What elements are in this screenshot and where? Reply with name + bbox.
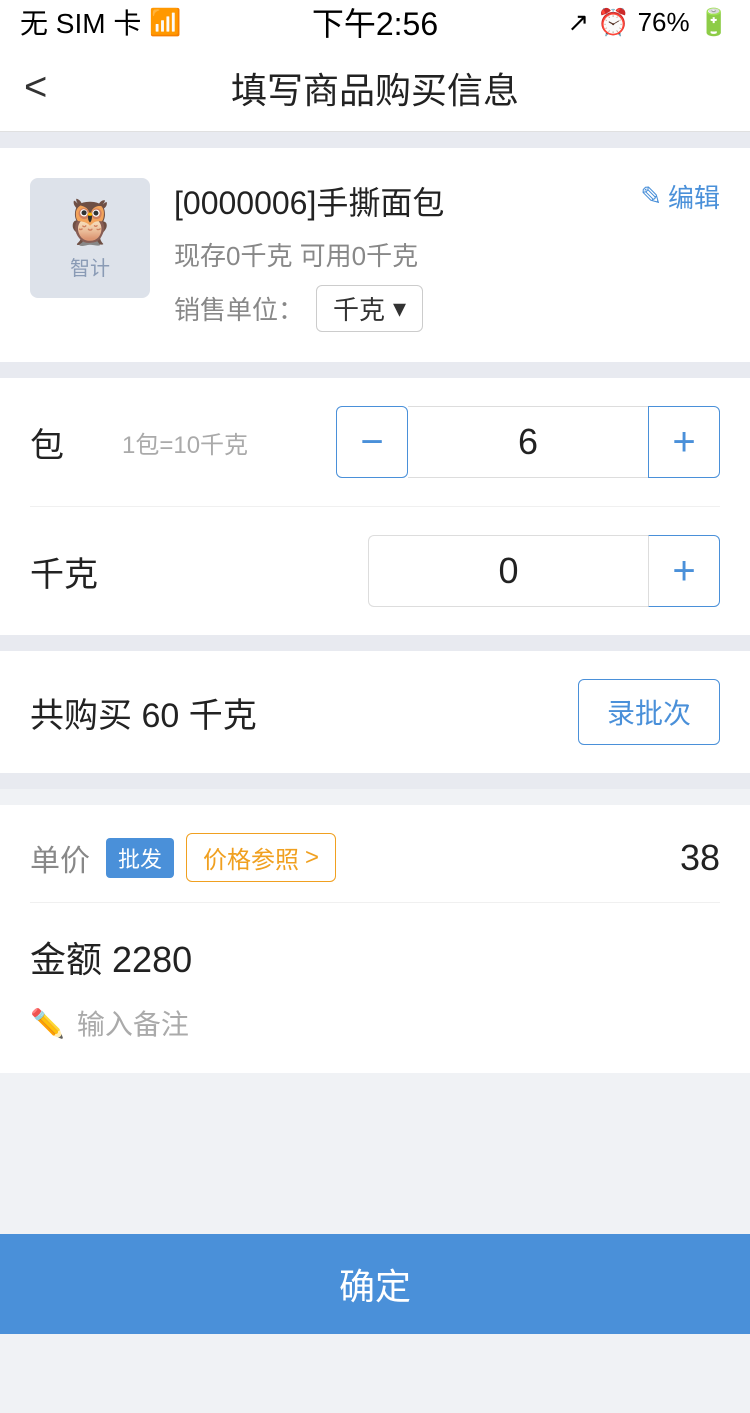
location-icon: ↗ bbox=[567, 7, 589, 38]
kg-qty-controls: + bbox=[368, 535, 720, 607]
back-button[interactable]: < bbox=[24, 65, 47, 110]
total-text: 共购买 60 千克 bbox=[30, 688, 257, 737]
edit-icon: ✎ bbox=[640, 181, 662, 212]
wifi-icon: 📶 bbox=[149, 7, 181, 38]
product-info: [0000006]手撕面包 现存0千克 可用0千克 销售单位： 千克 ▾ bbox=[174, 178, 720, 332]
bao-minus-button[interactable]: − bbox=[336, 406, 408, 478]
unit-value: 千克 bbox=[333, 290, 385, 327]
price-ref-arrow-icon: > bbox=[305, 844, 319, 872]
battery-icon: 🔋 bbox=[698, 7, 730, 38]
remark-input[interactable]: 输入备注 bbox=[77, 1003, 189, 1043]
price-label: 单价 bbox=[30, 836, 90, 880]
status-left: 无 SIM 卡 📶 bbox=[20, 2, 182, 42]
kg-label: 千克 bbox=[30, 547, 110, 596]
edit-button[interactable]: ✎ 编辑 bbox=[640, 178, 720, 215]
remark-row[interactable]: ✏️ 输入备注 bbox=[30, 1003, 720, 1043]
divider-2 bbox=[0, 635, 750, 651]
product-thumb-icon: 🦉 bbox=[63, 196, 118, 248]
page-title: 填写商品购买信息 bbox=[231, 62, 519, 114]
nav-bar: < 填写商品购买信息 bbox=[0, 44, 750, 132]
price-tag: 批发 bbox=[106, 838, 174, 878]
price-row: 单价 批发 价格参照 > 38 bbox=[30, 833, 720, 903]
battery-text: 76% bbox=[638, 7, 690, 38]
amount-row: 金额 2280 bbox=[30, 931, 720, 983]
confirm-bar[interactable]: 确定 bbox=[0, 1234, 750, 1334]
divider-3 bbox=[0, 773, 750, 789]
unit-label: 销售单位： bbox=[174, 290, 304, 327]
status-bar: 无 SIM 卡 📶 下午2:56 ↗ ⏰ 76% 🔋 bbox=[0, 0, 750, 44]
pencil-icon: ✏️ bbox=[30, 1007, 65, 1040]
quantity-section: 包 1包=10千克 − + 千克 + bbox=[0, 378, 750, 635]
amount-section: 金额 2280 ✏️ 输入备注 bbox=[0, 903, 750, 1073]
unit-selector[interactable]: 千克 ▾ bbox=[316, 285, 423, 332]
bao-sublabel: 1包=10千克 bbox=[122, 425, 336, 460]
bao-plus-button[interactable]: + bbox=[648, 406, 720, 478]
bao-row: 包 1包=10千克 − + bbox=[30, 378, 720, 507]
product-thumbnail: 🦉 智计 bbox=[30, 178, 150, 298]
kg-plus-button[interactable]: + bbox=[648, 535, 720, 607]
product-thumb-label: 智计 bbox=[70, 252, 110, 281]
status-time: 下午2:56 bbox=[312, 0, 438, 45]
unit-arrow-icon: ▾ bbox=[393, 293, 406, 324]
product-card: 🦉 智计 [0000006]手撕面包 现存0千克 可用0千克 销售单位： 千克 … bbox=[0, 148, 750, 362]
bao-qty-controls: − + bbox=[336, 406, 720, 478]
price-ref-label: 价格参照 bbox=[203, 840, 299, 875]
top-divider bbox=[0, 132, 750, 148]
price-section: 单价 批发 价格参照 > 38 bbox=[0, 805, 750, 903]
bao-qty-input[interactable] bbox=[408, 406, 648, 478]
confirm-button[interactable]: 确定 bbox=[339, 1258, 411, 1310]
kg-row: 千克 + bbox=[30, 507, 720, 635]
product-unit-row: 销售单位： 千克 ▾ bbox=[174, 285, 720, 332]
product-name: [0000006]手撕面包 bbox=[174, 178, 720, 224]
total-row: 共购买 60 千克 录批次 bbox=[0, 651, 750, 773]
amount-value: 2280 bbox=[112, 939, 192, 980]
bao-label: 包 bbox=[30, 418, 110, 467]
alarm-icon: ⏰ bbox=[597, 7, 629, 38]
carrier-text: 无 SIM 卡 bbox=[20, 2, 141, 42]
amount-label: 金额 bbox=[30, 939, 102, 980]
kg-qty-input[interactable] bbox=[368, 535, 648, 607]
price-ref-button[interactable]: 价格参照 > bbox=[186, 833, 336, 882]
mid-divider bbox=[0, 362, 750, 378]
batch-button[interactable]: 录批次 bbox=[578, 679, 720, 745]
edit-label: 编辑 bbox=[668, 178, 720, 215]
product-stock: 现存0千克 可用0千克 bbox=[174, 236, 720, 273]
price-value: 38 bbox=[680, 837, 720, 879]
status-right: ↗ ⏰ 76% 🔋 bbox=[567, 7, 730, 38]
